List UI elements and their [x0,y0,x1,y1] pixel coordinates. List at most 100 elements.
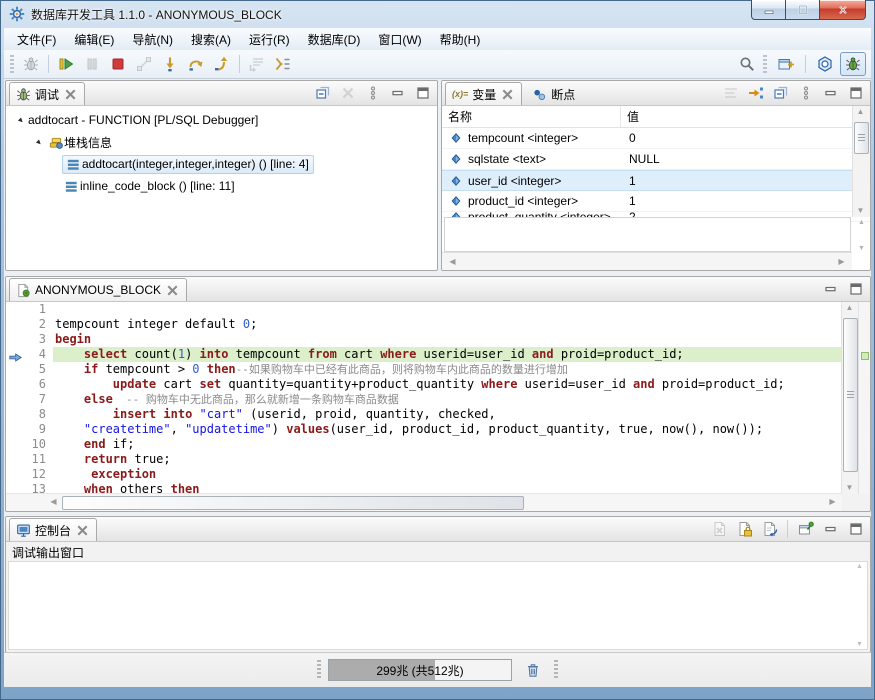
current-line-marker[interactable] [861,352,869,360]
scroll-left-arrow[interactable]: ◀ [46,498,61,506]
line-number[interactable]: 10 [22,437,53,452]
run-garbage-collector-button[interactable] [519,658,547,682]
step-filters-button[interactable] [270,52,296,76]
close-icon[interactable] [63,87,78,102]
toolbar-grip[interactable] [763,55,767,73]
scroll-down-arrow[interactable]: ▼ [853,207,868,215]
close-icon[interactable] [500,87,515,102]
code-line-text[interactable]: select count(1) into tempcount from cart… [53,347,842,362]
editor-vertical-scrollbar[interactable]: ▲ ▼ [841,302,859,494]
menu-item[interactable]: 导航(N) [123,28,182,51]
code-line[interactable]: 7 else -- 购物车中无此商品，那么就新增一条购物车商品数据 [6,392,842,407]
maximize-button[interactable] [844,82,867,104]
show-type-names-button[interactable] [719,82,742,104]
scrollbar-thumb[interactable] [62,496,524,510]
scroll-lock-button[interactable] [733,518,756,540]
breakpoint-margin[interactable] [6,302,22,317]
line-number[interactable]: 3 [22,332,53,347]
code-line-text[interactable]: tempcount integer default 0; [53,317,842,332]
pause-button[interactable] [79,52,105,76]
drop-to-frame-button[interactable] [244,52,270,76]
tab-breakpoints[interactable]: 断点 [525,82,582,105]
window-minimize-button[interactable] [751,0,785,20]
open-perspective-button[interactable] [773,52,799,76]
column-header-value[interactable]: 值 [621,106,870,127]
remove-all-button[interactable] [336,82,359,104]
line-number[interactable]: 6 [22,377,53,392]
scrollbar-thumb[interactable] [854,122,869,154]
breakpoint-margin[interactable] [6,467,22,482]
code-line-text[interactable]: exception [53,467,842,482]
breakpoint-margin[interactable] [6,317,22,332]
collapse-all-button[interactable] [311,82,334,104]
code-line[interactable]: 4 select count(1) into tempcount from ca… [6,347,842,362]
disconnect-button[interactable] [131,52,157,76]
debug-tree-item[interactable]: ▾ 堆栈信息 [6,131,437,153]
breakpoint-margin[interactable] [6,437,22,452]
code-line[interactable]: 11 return true; [6,452,842,467]
scroll-up-arrow[interactable]: ▲ [853,108,868,116]
breakpoint-margin[interactable] [6,377,22,392]
menu-item[interactable]: 搜索(A) [182,28,240,51]
minimize-button[interactable] [386,82,409,104]
variable-row[interactable]: sqlstate <text> NULL [442,149,870,170]
code-line[interactable]: 12 exception [6,467,842,482]
console-scrollbar[interactable]: ▲ ▼ [853,563,866,648]
view-menu-button[interactable] [361,82,384,104]
maximize-button[interactable] [411,82,434,104]
overview-ruler[interactable] [858,302,870,494]
breakpoint-margin[interactable] [6,392,22,407]
maximize-button[interactable] [844,518,867,540]
debug-perspective-button[interactable] [840,52,866,76]
code-line-text[interactable]: begin [53,332,842,347]
variable-row[interactable]: product_id <integer> 1 [442,191,870,212]
toolbar-grip[interactable] [10,55,14,73]
breakpoint-margin[interactable] [6,332,22,347]
breakpoint-margin[interactable] [6,452,22,467]
code-line-text[interactable]: else -- 购物车中无此商品，那么就新增一条购物车商品数据 [53,392,842,407]
step-into-button[interactable] [157,52,183,76]
clear-console-button[interactable] [708,518,731,540]
column-header-name[interactable]: 名称 [442,106,621,127]
line-number[interactable]: 1 [22,302,53,317]
variable-detail-pane[interactable] [444,217,851,252]
menu-item[interactable]: 帮助(H) [431,28,490,51]
code-line[interactable]: 8 insert into "cart" (userid, proid, qua… [6,407,842,422]
show-logical-structure-button[interactable] [744,82,767,104]
tab-console[interactable]: 控制台 [9,518,98,541]
collapse-all-button[interactable] [769,82,792,104]
breakpoint-margin[interactable] [6,407,22,422]
code-line-text[interactable]: "createtime", "updatetime") values(user_… [53,422,842,437]
scroll-right-arrow[interactable]: ▶ [834,257,849,266]
code-line-text[interactable]: if tempcount > 0 then--如果购物车中已经有此商品，则将购物… [53,362,842,377]
editor-horizontal-scrollbar[interactable]: ◀ ▶ [6,493,842,511]
menu-item[interactable]: 文件(F) [8,28,65,51]
variables-horizontal-scrollbar[interactable]: ◀ ▶ [442,252,852,270]
window-close-button[interactable] [820,0,866,20]
menu-item[interactable]: 数据库(D) [299,28,370,51]
resume-button[interactable] [53,52,79,76]
debug-tree-item[interactable]: ▾ addtocart - FUNCTION [PL/SQL Debugger] [6,109,437,131]
menu-item[interactable]: 编辑(E) [65,28,123,51]
scroll-left-arrow[interactable]: ◀ [445,257,460,266]
pin-console-button[interactable] [794,518,817,540]
menu-item[interactable]: 运行(R) [240,28,299,51]
stop-button[interactable] [105,52,131,76]
tab-debug[interactable]: 调试 [9,82,86,105]
code-line-text[interactable]: update cart set quantity=quantity+produc… [53,377,842,392]
step-return-button[interactable] [209,52,235,76]
code-line[interactable]: 2 tempcount integer default 0; [6,317,842,332]
debug-button[interactable] [18,52,44,76]
debug-tree-item[interactable]: inline_code_block () [line: 11] [6,175,437,197]
code-line-text[interactable]: end if; [53,437,842,452]
code-line-text[interactable]: return true; [53,452,842,467]
code-line[interactable]: 6 update cart set quantity=quantity+prod… [6,377,842,392]
variable-row[interactable]: tempcount <integer> 0 [442,128,870,149]
code-line[interactable]: 9 "createtime", "updatetime") values(use… [6,422,842,437]
code-line-text[interactable]: insert into "cart" (userid, proid, quant… [53,407,842,422]
breakpoint-margin[interactable] [6,347,22,362]
step-over-button[interactable] [183,52,209,76]
variable-row[interactable]: user_id <integer> 1 [442,170,870,191]
scroll-up-arrow[interactable]: ▲ [842,304,857,312]
maximize-button[interactable] [844,278,867,300]
